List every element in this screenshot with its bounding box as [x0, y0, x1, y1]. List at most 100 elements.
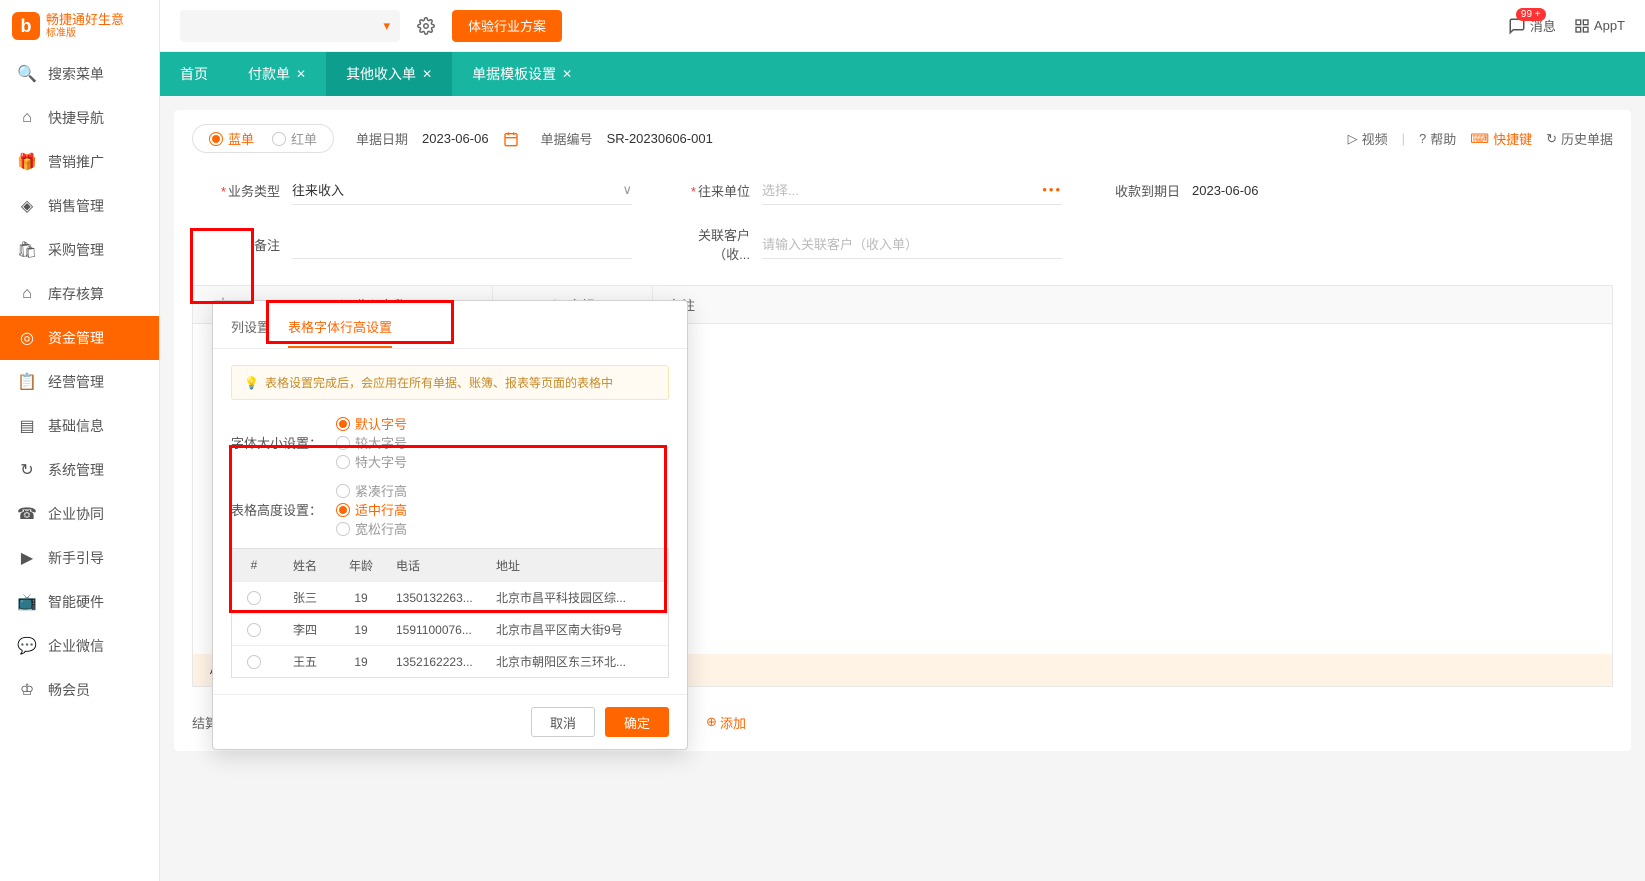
preview-table: # 姓名 年龄 电话 地址 张三 19 1350132263... 北京市昌平科…: [231, 548, 669, 678]
plan-button[interactable]: 体验行业方案: [452, 10, 562, 42]
cancel-button[interactable]: 取消: [531, 707, 595, 737]
crown-icon: ♔: [18, 681, 36, 699]
close-icon[interactable]: ✕: [296, 67, 306, 81]
sidebar-item-12[interactable]: 📺智能硬件: [0, 580, 159, 624]
logo: b 畅捷通好生意 标准版: [0, 0, 159, 52]
radio-option[interactable]: 紧凑行高: [336, 481, 407, 500]
unit-select[interactable]: 选择... •••: [762, 175, 1062, 205]
messages-button[interactable]: 99 + 消息: [1508, 16, 1556, 35]
help-link[interactable]: ?帮助: [1419, 129, 1456, 148]
sidebar-item-label: 系统管理: [48, 460, 104, 480]
remark-input[interactable]: [292, 229, 632, 259]
bill-type-toggle: 蓝单 红单: [192, 124, 334, 153]
tab-font-settings[interactable]: 表格字体行高设置: [288, 311, 392, 348]
tab-1[interactable]: 付款单 ✕: [228, 52, 326, 96]
radio-option[interactable]: 特大字号: [336, 452, 407, 471]
sidebar-item-1[interactable]: ⌂快捷导航: [0, 96, 159, 140]
app-store-button[interactable]: AppT: [1574, 18, 1625, 34]
question-icon: ?: [1419, 131, 1426, 146]
sidebar-item-7[interactable]: 📋经营管理: [0, 360, 159, 404]
sidebar-item-6[interactable]: ◎资金管理: [0, 316, 159, 360]
preview-col-name: 姓名: [276, 549, 334, 581]
due-date-input[interactable]: 2023-06-06: [1192, 175, 1259, 205]
gift-icon: 🎁: [18, 153, 36, 171]
table-row: 王五 19 1352162223... 北京市朝阳区东三环北...: [232, 645, 668, 677]
bill-date-value[interactable]: 2023-06-06: [422, 131, 489, 146]
home-icon: ⌂: [18, 109, 36, 127]
chevron-down-icon: ∨: [622, 182, 632, 198]
settings-button[interactable]: [410, 10, 442, 42]
biz-type-select[interactable]: 往来收入 ∨: [292, 175, 632, 205]
tab-column-settings[interactable]: 列设置: [231, 311, 270, 348]
modal-tabs: 列设置 表格字体行高设置: [213, 301, 687, 349]
sidebar-item-8[interactable]: ▤ 基础信息: [0, 404, 159, 448]
tab-2[interactable]: 其他收入单✕: [326, 52, 452, 96]
sidebar-item-3[interactable]: ◈销售管理: [0, 184, 159, 228]
bill-code-label: 单据编号: [541, 129, 593, 148]
company-selector[interactable]: ▾: [180, 10, 400, 42]
unit-placeholder: 选择...: [762, 180, 799, 199]
row-height-setting: 表格高度设置 紧凑行高适中行高宽松行高: [231, 481, 669, 538]
brand-name: 畅捷通好生意: [46, 13, 124, 27]
logo-icon: b: [12, 12, 40, 40]
history-link[interactable]: ↻历史单据: [1546, 129, 1613, 148]
sidebar-item-label: 基础信息: [48, 416, 104, 436]
sidebar-item-9[interactable]: ↻系统管理: [0, 448, 159, 492]
sidebar-item-14[interactable]: ♔畅会员: [0, 668, 159, 712]
sidebar-item-label: 采购管理: [48, 240, 104, 260]
radio-option[interactable]: 较大字号: [336, 433, 407, 452]
radio-option[interactable]: 适中行高: [336, 500, 407, 519]
close-icon[interactable]: ✕: [562, 67, 572, 81]
sidebar-item-label: 搜索菜单: [48, 64, 104, 84]
red-bill-label: 红单: [291, 129, 317, 148]
form-row-1: *业务类型 往来收入 ∨ *往来单位 选择... •••: [192, 165, 1613, 215]
preview-col-age: 年龄: [334, 549, 388, 581]
video-link[interactable]: ▷视频: [1348, 129, 1388, 148]
radio-option[interactable]: 默认字号: [336, 414, 407, 433]
customer-label: 关联客户（收...: [698, 228, 750, 262]
list-icon: ▤: [18, 417, 36, 435]
sidebar-item-10[interactable]: ☎企业协同: [0, 492, 159, 536]
close-icon[interactable]: ✕: [422, 67, 432, 81]
bill-date-label: 单据日期: [356, 129, 408, 148]
due-value: 2023-06-06: [1192, 183, 1259, 198]
tabs-bar: 首页付款单✕其他收入单✕单据模板设置✕: [160, 52, 1645, 96]
preview-col-phone: 电话: [388, 549, 488, 581]
calendar-icon[interactable]: [503, 131, 519, 147]
search-icon: 🔍: [18, 65, 36, 83]
preview-col-addr: 地址: [488, 549, 668, 581]
tab-3[interactable]: 单据模板设置✕: [452, 52, 592, 96]
due-label: 收款到期日: [1115, 184, 1180, 199]
blue-bill-label: 蓝单: [228, 129, 254, 148]
sidebar-item-label: 营销推广: [48, 152, 104, 172]
play-icon: ▶: [18, 549, 36, 567]
sidebar-item-0[interactable]: 🔍 搜索菜单: [0, 52, 159, 96]
add-payment-button[interactable]: ⊕ 添加: [706, 713, 746, 732]
table-settings-modal: 列设置 表格字体行高设置 💡 表格设置完成后，会应用在所有单据、账簿、报表等页面…: [212, 300, 688, 750]
sidebar-item-13[interactable]: 💬企业微信: [0, 624, 159, 668]
quick-links: ▷视频 | ?帮助 ⌨快捷键 ↻历史单据: [1348, 129, 1613, 148]
unit-label: 往来单位: [698, 184, 750, 199]
shortcut-link[interactable]: ⌨快捷键: [1470, 129, 1532, 148]
modal-footer: 取消 确定: [213, 694, 687, 749]
biz-type-label: 业务类型: [228, 184, 280, 199]
bulb-icon: 💡: [244, 376, 259, 390]
confirm-button[interactable]: 确定: [605, 707, 669, 737]
sidebar-item-label: 新手引导: [48, 548, 104, 568]
tab-0[interactable]: 首页: [160, 52, 228, 96]
sidebar-item-4[interactable]: 🛍采购管理: [0, 228, 159, 272]
top-header: ▾ 体验行业方案 99 + 消息 AppT: [160, 0, 1645, 52]
sidebar-item-5[interactable]: ⌂库存核算: [0, 272, 159, 316]
sidebar: b 畅捷通好生意 标准版 🔍 搜索菜单 ⌂快捷导航 🎁 营销推广 ◈销售管理🛍采购管理⌂库…: [0, 0, 160, 881]
tab-label: 付款单: [248, 64, 290, 84]
customer-placeholder: 请输入关联客户（收入单）: [762, 234, 918, 253]
blue-bill-radio[interactable]: 蓝单: [209, 129, 254, 148]
red-bill-radio[interactable]: 红单: [272, 129, 317, 148]
history-icon: ↻: [1546, 131, 1557, 147]
sidebar-item-11[interactable]: ▶ 新手引导: [0, 536, 159, 580]
customer-input[interactable]: 请输入关联客户（收入单）: [762, 229, 1062, 259]
plus-icon: ⊕: [706, 714, 717, 730]
radio-option[interactable]: 宽松行高: [336, 519, 407, 538]
sidebar-item-2[interactable]: 🎁 营销推广: [0, 140, 159, 184]
col-remark[interactable]: 备注: [653, 286, 1612, 323]
